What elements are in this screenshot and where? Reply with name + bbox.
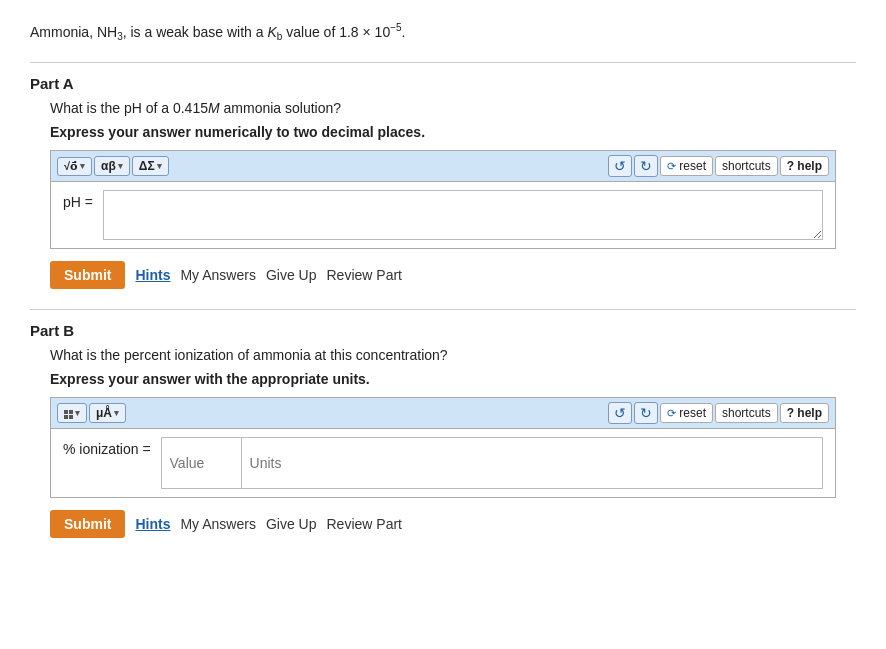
part-a-action-row: Submit Hints My Answers Give Up Review P… <box>50 261 856 289</box>
part-a-instruction: Express your answer numerically to two d… <box>50 124 856 140</box>
reset-btn-b[interactable]: ⟳ reset <box>660 403 713 423</box>
grid-icon <box>64 406 73 420</box>
units-input[interactable] <box>242 438 312 488</box>
undo-btn-b[interactable]: ↺ <box>608 402 632 424</box>
shortcuts-btn-b[interactable]: shortcuts <box>715 403 778 423</box>
part-b-hints-link[interactable]: Hints <box>135 516 170 532</box>
shortcuts-btn-a[interactable]: shortcuts <box>715 156 778 176</box>
help-label-b: ? help <box>787 406 822 420</box>
divider-2 <box>30 309 856 310</box>
part-a-answer-box: √ō̇ ▾ αβ ▾ ΔΣ ▾ ↺ ↻ ⟳ reset s <box>50 150 836 249</box>
reset-label-b: reset <box>679 406 706 420</box>
grid-dropdown-arrow: ▾ <box>75 408 80 418</box>
redo-btn-a[interactable]: ↻ <box>634 155 658 177</box>
alpha-beta-toolbar-btn[interactable]: αβ ▾ <box>94 156 130 176</box>
mu-toolbar-btn[interactable]: μÅ ▾ <box>89 403 126 423</box>
redo-icon: ↻ <box>640 158 652 174</box>
part-b-question: What is the percent ionization of ammoni… <box>50 347 856 363</box>
part-b-section: Part B What is the percent ionization of… <box>30 322 856 538</box>
sqrt-dropdown-arrow: ▾ <box>80 161 85 171</box>
undo-icon: ↺ <box>614 158 626 174</box>
part-a-toolbar: √ō̇ ▾ αβ ▾ ΔΣ ▾ ↺ ↻ ⟳ reset s <box>51 151 835 182</box>
delta-sigma-dropdown-arrow: ▾ <box>157 161 162 171</box>
part-b-review-part[interactable]: Review Part <box>327 516 402 532</box>
shortcuts-label-b: shortcuts <box>722 406 771 420</box>
redo-icon-b: ↻ <box>640 405 652 421</box>
reset-icon-b: ⟳ <box>667 407 676 419</box>
part-b-answer-box: ▾ μÅ ▾ ↺ ↻ ⟳ reset shortcuts ? help <box>50 397 836 498</box>
redo-btn-b[interactable]: ↻ <box>634 402 658 424</box>
intro-text: Ammonia, NH3, is a weak base with a Kb v… <box>30 20 856 44</box>
reset-label-a: reset <box>679 159 706 173</box>
part-b-submit-btn[interactable]: Submit <box>50 510 125 538</box>
undo-btn-a[interactable]: ↺ <box>608 155 632 177</box>
part-b-give-up[interactable]: Give Up <box>266 516 317 532</box>
part-a-hints-link[interactable]: Hints <box>135 267 170 283</box>
help-btn-b[interactable]: ? help <box>780 403 829 423</box>
part-b-label: Part B <box>30 322 856 339</box>
part-a-give-up[interactable]: Give Up <box>266 267 317 283</box>
shortcuts-label-a: shortcuts <box>722 159 771 173</box>
part-a-my-answers[interactable]: My Answers <box>180 267 255 283</box>
part-b-action-row: Submit Hints My Answers Give Up Review P… <box>50 510 856 538</box>
part-a-question: What is the pH of a 0.415M ammonia solut… <box>50 100 856 116</box>
reset-icon: ⟳ <box>667 160 676 172</box>
mu-dropdown-arrow: ▾ <box>114 408 119 418</box>
mu-icon: μÅ <box>96 406 112 420</box>
grid-toolbar-btn[interactable]: ▾ <box>57 403 87 423</box>
part-b-input-row: % ionization = <box>51 429 835 497</box>
value-units-container <box>161 437 823 489</box>
alpha-beta-icon: αβ <box>101 159 116 173</box>
part-a-text-input[interactable] <box>103 190 823 240</box>
help-label-a: ? help <box>787 159 822 173</box>
delta-sigma-icon: ΔΣ <box>139 159 155 173</box>
part-a-input-row: pH = <box>51 182 835 248</box>
part-a-review-part[interactable]: Review Part <box>327 267 402 283</box>
help-btn-a[interactable]: ? help <box>780 156 829 176</box>
part-b-input-label: % ionization = <box>63 441 151 457</box>
alpha-beta-dropdown-arrow: ▾ <box>118 161 123 171</box>
sqrt-toolbar-btn[interactable]: √ō̇ ▾ <box>57 157 92 176</box>
part-b-instruction: Express your answer with the appropriate… <box>50 371 856 387</box>
part-b-my-answers[interactable]: My Answers <box>180 516 255 532</box>
part-b-toolbar: ▾ μÅ ▾ ↺ ↻ ⟳ reset shortcuts ? help <box>51 398 835 429</box>
value-input[interactable] <box>162 438 242 488</box>
reset-btn-a[interactable]: ⟳ reset <box>660 156 713 176</box>
divider-1 <box>30 62 856 63</box>
part-a-input-label: pH = <box>63 194 93 210</box>
sqrt-icon: √ō̇ <box>64 160 78 173</box>
undo-icon-b: ↺ <box>614 405 626 421</box>
delta-sigma-toolbar-btn[interactable]: ΔΣ ▾ <box>132 156 169 176</box>
part-a-label: Part A <box>30 75 856 92</box>
part-a-submit-btn[interactable]: Submit <box>50 261 125 289</box>
part-a-section: Part A What is the pH of a 0.415M ammoni… <box>30 75 856 289</box>
